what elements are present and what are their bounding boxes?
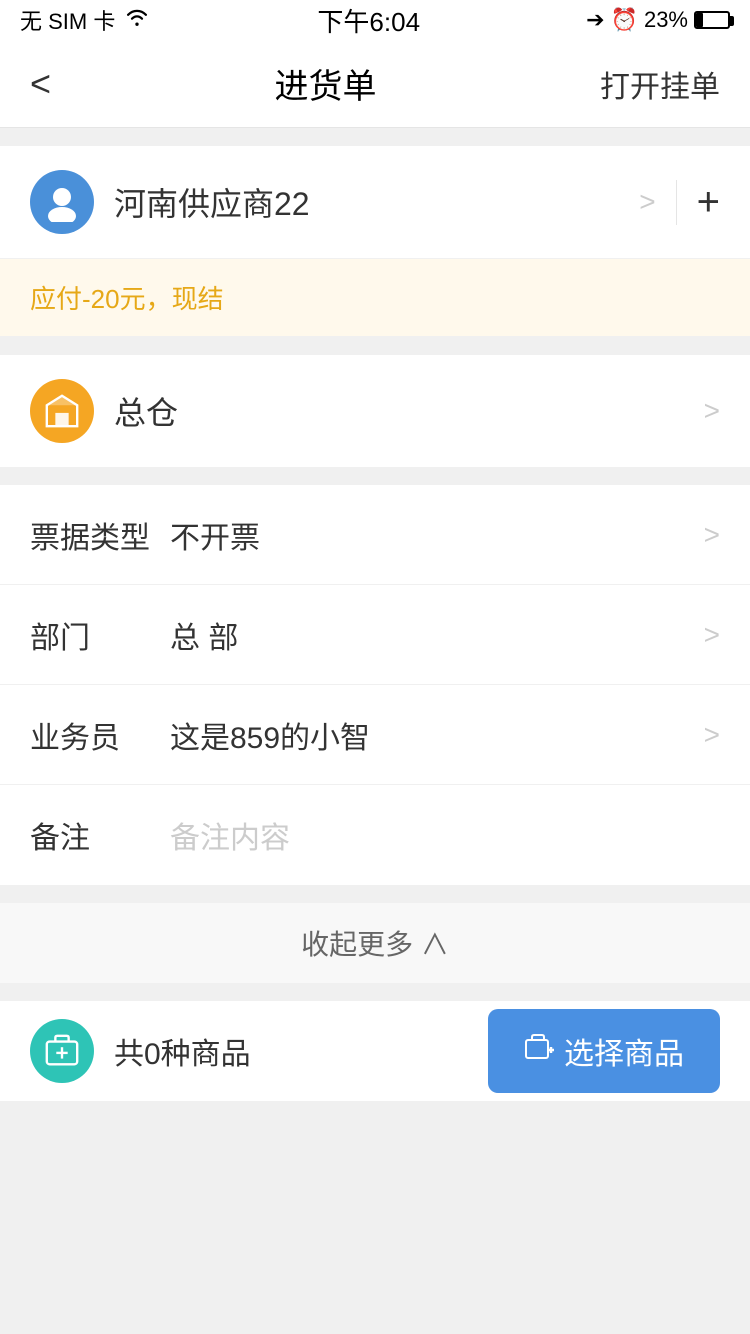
warehouse-row[interactable]: 总仓 > — [0, 355, 750, 467]
invoice-type-chevron-icon: > — [704, 519, 720, 551]
wifi-icon — [123, 7, 151, 33]
collapse-row[interactable]: 收起更多 ∧ — [0, 903, 750, 983]
add-button[interactable]: + — [676, 180, 720, 225]
product-icon — [30, 1019, 94, 1083]
select-product-label: 选择商品 — [564, 1029, 684, 1073]
department-label: 部门 — [30, 613, 170, 657]
remark-input[interactable]: 备注内容 — [170, 813, 720, 857]
carrier-label: 无 SIM 卡 — [20, 4, 115, 36]
salesperson-label: 业务员 — [30, 713, 170, 757]
department-row[interactable]: 部门 总 部 > — [0, 585, 750, 685]
remark-row[interactable]: 备注 备注内容 — [0, 785, 750, 885]
supplier-avatar — [30, 170, 94, 234]
alert-row: 应付-20元，现结 — [0, 259, 750, 337]
battery-label: 23% — [644, 7, 688, 33]
warehouse-section: 总仓 > — [0, 355, 750, 467]
battery-icon — [694, 11, 730, 29]
invoice-type-label: 票据类型 — [30, 513, 170, 557]
product-count-label: 共0种商品 — [114, 1029, 468, 1073]
supplier-section: 河南供应商22 > + 应付-20元，现结 — [0, 146, 750, 337]
supplier-chevron-icon: > — [639, 186, 655, 218]
form-section: 票据类型 不开票 > 部门 总 部 > 业务员 这是859的小智 > 备注 备注… — [0, 485, 750, 885]
remark-label: 备注 — [30, 813, 170, 857]
location-icon: ➔ — [586, 7, 604, 33]
nav-bar: < 进货单 打开挂单 — [0, 40, 750, 128]
collapse-label: 收起更多 ∧ — [301, 923, 449, 963]
supplier-name: 河南供应商22 — [114, 179, 639, 225]
section-gap-2 — [0, 337, 750, 355]
supplier-row[interactable]: 河南供应商22 > + — [0, 146, 750, 259]
department-chevron-icon: > — [704, 619, 720, 651]
status-left: 无 SIM 卡 — [20, 4, 151, 36]
status-time: 下午6:04 — [317, 2, 420, 39]
salesperson-value: 这是859的小智 — [170, 713, 704, 757]
alert-text: 应付-20元，现结 — [30, 284, 224, 314]
back-button[interactable]: < — [30, 63, 51, 105]
open-pending-button[interactable]: 打开挂单 — [600, 62, 720, 106]
invoice-type-row[interactable]: 票据类型 不开票 > — [0, 485, 750, 585]
warehouse-chevron-icon: > — [704, 395, 720, 427]
salesperson-row[interactable]: 业务员 这是859的小智 > — [0, 685, 750, 785]
warehouse-icon — [30, 379, 94, 443]
select-product-icon — [524, 1034, 554, 1069]
status-right: ➔ ⏰ 23% — [586, 7, 730, 33]
alarm-icon: ⏰ — [611, 7, 638, 33]
warehouse-name: 总仓 — [114, 388, 704, 434]
salesperson-chevron-icon: > — [704, 719, 720, 751]
invoice-type-value: 不开票 — [170, 513, 704, 557]
bottom-bar: 共0种商品 选择商品 — [0, 1001, 750, 1101]
department-value: 总 部 — [170, 613, 704, 657]
select-product-button[interactable]: 选择商品 — [488, 1009, 720, 1093]
status-bar: 无 SIM 卡 下午6:04 ➔ ⏰ 23% — [0, 0, 750, 40]
section-gap-1 — [0, 128, 750, 146]
page-title: 进货单 — [275, 59, 377, 108]
